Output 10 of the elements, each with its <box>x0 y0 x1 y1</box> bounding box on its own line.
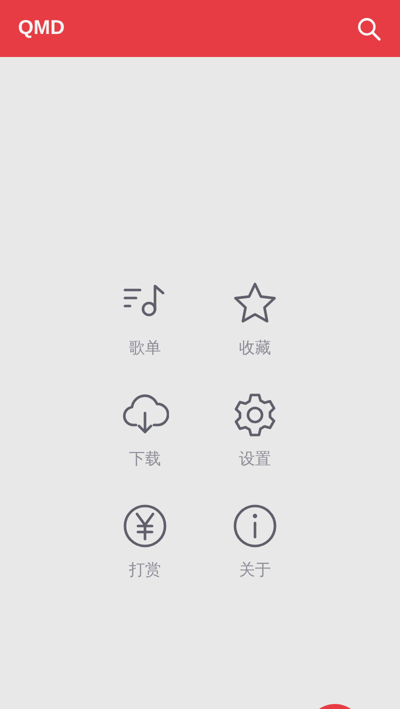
menu-label[interactable]: 歌单 <box>129 338 161 359</box>
menu-label[interactable]: 关于 <box>239 560 271 581</box>
menu-label[interactable]: 收藏 <box>239 338 271 359</box>
info-icon[interactable] <box>231 502 279 550</box>
search-icon[interactable] <box>356 16 382 42</box>
menu-label[interactable]: 设置 <box>239 449 271 470</box>
menu-label[interactable]: 下载 <box>129 449 161 470</box>
menu-label[interactable]: 打赏 <box>129 560 161 581</box>
yen-coin-icon[interactable] <box>121 502 169 550</box>
app-title: QMD <box>18 17 65 40</box>
